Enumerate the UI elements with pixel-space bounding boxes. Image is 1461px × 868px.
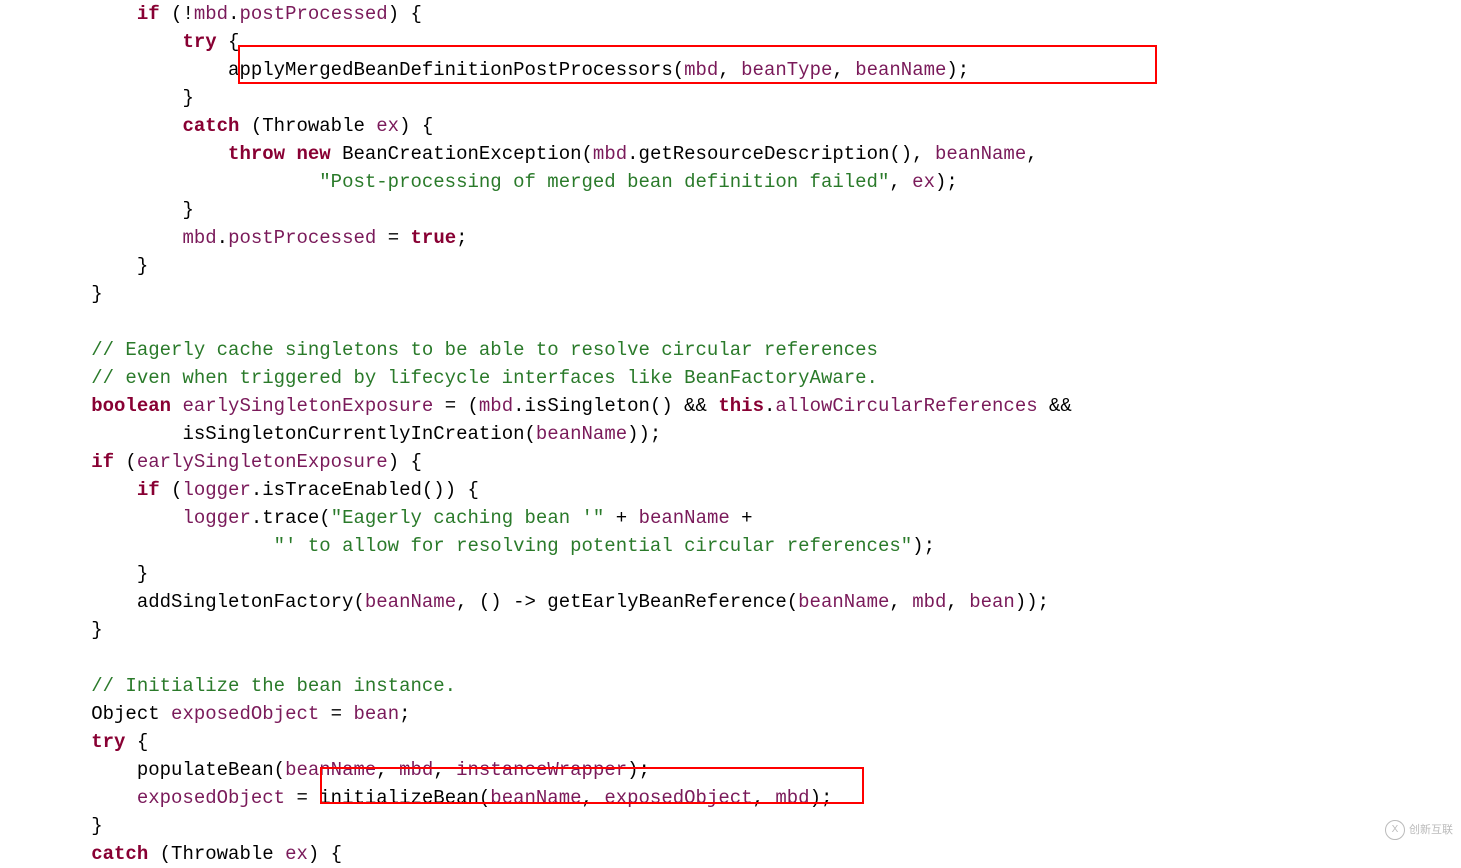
watermark: X 创新互联 — [1385, 816, 1453, 844]
watermark-icon: X — [1385, 820, 1405, 840]
code-block: if (!mbd.postProcessed) { try { applyMer… — [0, 0, 1072, 868]
watermark-label: 创新互联 — [1409, 816, 1453, 844]
